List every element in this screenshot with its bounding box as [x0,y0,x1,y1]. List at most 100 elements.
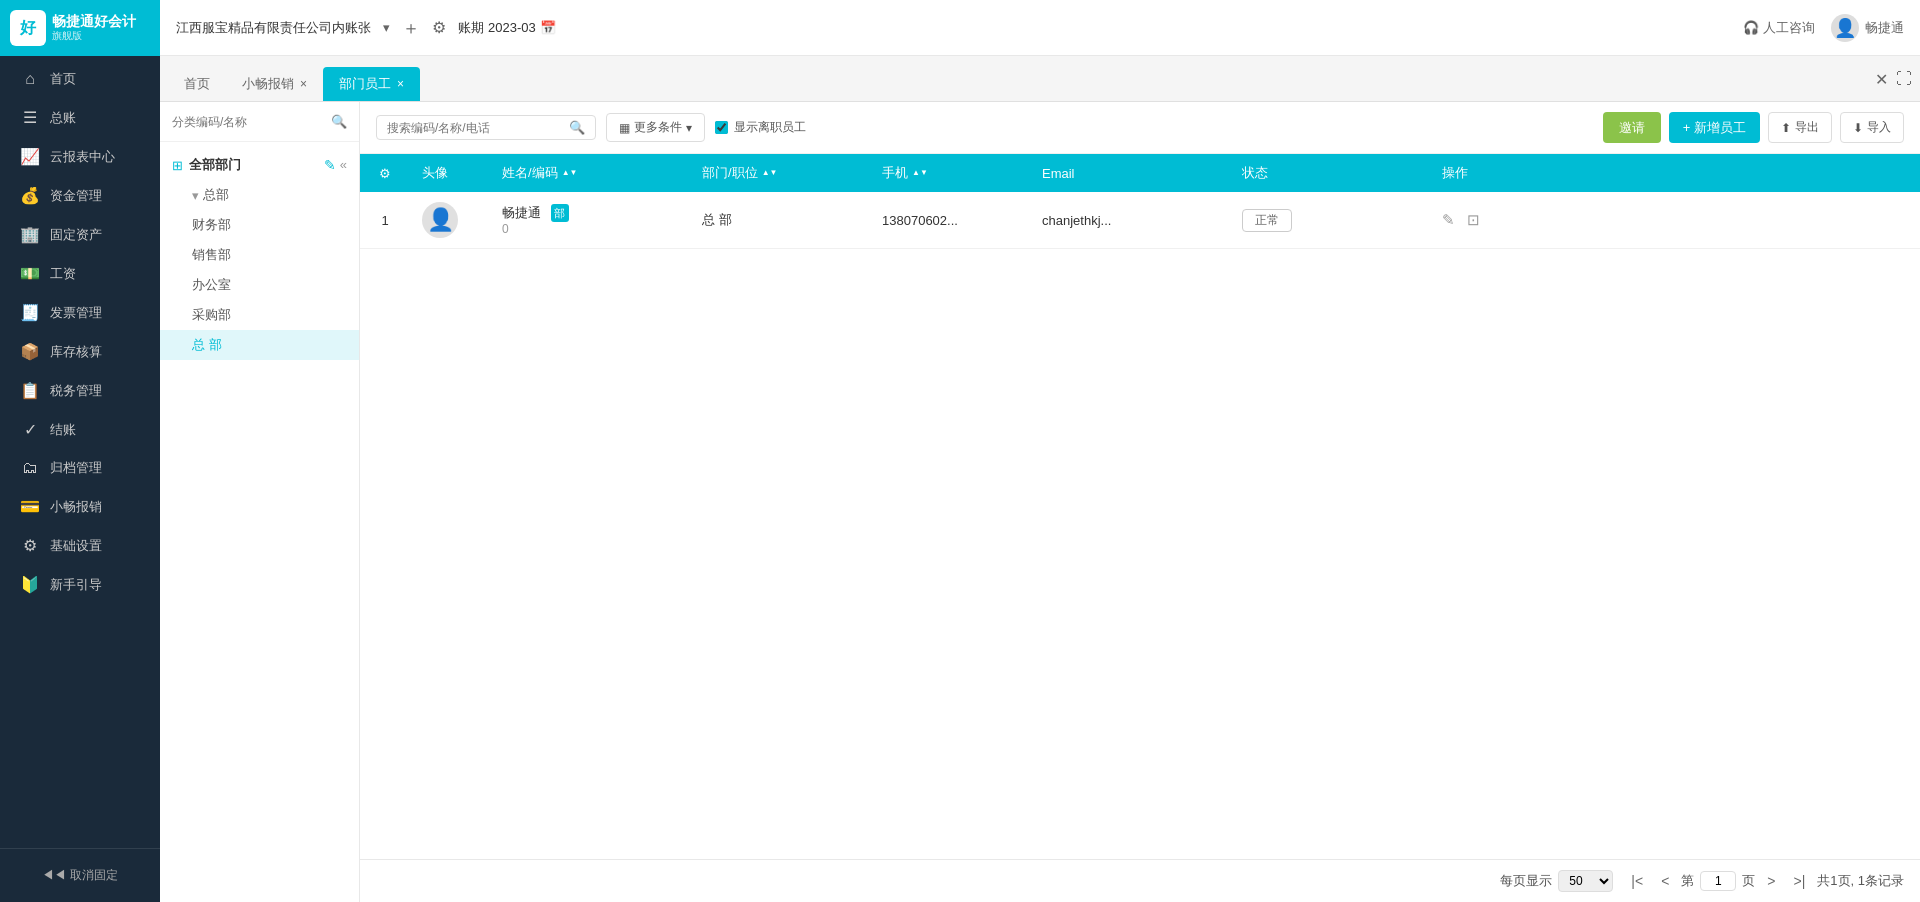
department-sidebar: 🔍 ⊞ 全部部门 ✎ « ▾ 总部 财务部 [160,102,360,902]
dept-search-icon[interactable]: 🔍 [331,114,347,129]
sidebar-item-home[interactable]: ⌂ 首页 [0,60,160,98]
employee-search-input[interactable] [387,121,563,135]
sidebar-item-tax[interactable]: 📋 税务管理 [0,371,160,410]
employee-search-box[interactable]: 🔍 [376,115,596,140]
sidebar-item-label: 首页 [50,70,76,88]
archive-icon: 🗂 [20,459,40,477]
edit-dept-icon[interactable]: ✎ [324,157,336,173]
sidebar-item-reports[interactable]: 📈 云报表中心 [0,137,160,176]
show-resigned-checkbox[interactable]: 显示离职员工 [715,119,806,136]
row-name-cell: 畅捷通 部 0 [490,192,690,249]
dept-search-input[interactable] [172,115,323,129]
sidebar-item-guide[interactable]: 🔰 新手引导 [0,565,160,604]
sidebar-item-closing[interactable]: ✓ 结账 [0,410,160,449]
dept-item-finance[interactable]: 财务部 [160,210,359,240]
row-dept: 总 部 [690,192,870,249]
logo-icon: 好 [10,10,46,46]
closing-icon: ✓ [20,420,40,439]
export-label: 导出 [1795,119,1819,136]
sidebar-logo: 好 畅捷通好会计 旗舰版 [0,0,160,56]
sidebar-footer: ◀◀ 取消固定 [0,848,160,902]
sidebar-item-fund[interactable]: 💰 资金管理 [0,176,160,215]
tabbar-controls: ✕ ⛶ [1875,69,1912,88]
per-page-select[interactable]: 50 10 20 100 [1558,870,1613,892]
total-info: 共1页, 1条记录 [1817,872,1904,890]
table-toolbar: 🔍 ▦ 更多条件 ▾ 显示离职员工 邀请 + 新增员工 ⬆ 导出 [360,102,1920,154]
page-suffix: 页 [1742,872,1755,890]
pin-button[interactable]: ◀◀ 取消固定 [0,859,160,892]
col-name[interactable]: 姓名/编码 ▲▼ [490,154,690,192]
invite-button[interactable]: 邀请 [1603,112,1661,143]
topbar-settings-icon[interactable]: ⚙ [432,18,446,37]
admin-badge: 部 [551,204,569,222]
tab-employee-close-icon[interactable]: × [397,77,404,91]
pin-label: ◀◀ 取消固定 [42,867,117,884]
sidebar-item-settings[interactable]: ⚙ 基础设置 [0,526,160,565]
dept-label: 总部 [203,186,229,204]
sidebar-item-ledger[interactable]: ☰ 总账 [0,98,160,137]
col-settings[interactable]: ⚙ [360,154,410,192]
inventory-icon: 📦 [20,342,40,361]
row-phone: 138070602... [870,192,1030,249]
first-page-button[interactable]: |< [1625,871,1649,891]
user-menu[interactable]: 👤 畅捷通 [1831,14,1904,42]
collapse-dept-icon[interactable]: « [340,157,347,173]
show-resigned-input[interactable] [715,121,728,134]
col-avatar: 头像 [410,154,490,192]
sidebar-item-expense[interactable]: 💳 小畅报销 [0,487,160,526]
sidebar-item-archive[interactable]: 🗂 归档管理 [0,449,160,487]
tab-home-label: 首页 [184,75,210,93]
prev-page-button[interactable]: < [1655,871,1675,891]
tab-employee[interactable]: 部门员工 × [323,67,420,101]
grid-icon: ⊞ [172,158,183,173]
company-name: 江西服宝精品有限责任公司内账张 [176,19,371,37]
dept-item-headquarters[interactable]: ▾ 总部 [160,180,359,210]
add-employee-button[interactable]: + 新增员工 [1669,112,1760,143]
logo-text-block: 畅捷通好会计 旗舰版 [52,13,136,44]
logout-icon[interactable]: ⊡ [1467,211,1480,229]
company-dropdown-icon[interactable]: ▾ [383,20,390,35]
expand-tab-button[interactable]: ⛶ [1896,69,1912,88]
filter-button[interactable]: ▦ 更多条件 ▾ [606,113,705,142]
export-button[interactable]: ⬆ 导出 [1768,112,1832,143]
page-input[interactable] [1700,871,1736,891]
tab-expense-label: 小畅报销 [242,75,294,93]
tab-employee-label: 部门员工 [339,75,391,93]
col-dept[interactable]: 部门/职位 ▲▼ [690,154,870,192]
sidebar-item-invoice[interactable]: 🧾 发票管理 [0,293,160,332]
tab-expense[interactable]: 小畅报销 × [226,67,323,101]
dept-label: 采购部 [192,306,231,324]
dept-item-purchase[interactable]: 采购部 [160,300,359,330]
dept-item-sales[interactable]: 销售部 [160,240,359,270]
home-icon: ⌂ [20,70,40,88]
sidebar-item-label: 归档管理 [50,459,102,477]
next-page-button[interactable]: > [1761,871,1781,891]
last-page-button[interactable]: >| [1788,871,1812,891]
sidebar-item-inventory[interactable]: 📦 库存核算 [0,332,160,371]
row-index: 1 [360,192,410,249]
user-name: 畅捷通 [1865,19,1904,37]
calendar-icon[interactable]: 📅 [540,20,556,35]
assets-icon: 🏢 [20,225,40,244]
close-tab-button[interactable]: ✕ [1875,69,1888,88]
dept-item-office[interactable]: 办公室 [160,270,359,300]
sidebar-item-salary[interactable]: 💵 工资 [0,254,160,293]
employee-avatar: 👤 [422,202,458,238]
export-icon: ⬆ [1781,121,1791,135]
settings-icon: ⚙ [20,536,40,555]
dept-item-general[interactable]: 总 部 [160,330,359,360]
expense-icon: 💳 [20,497,40,516]
tab-home[interactable]: 首页 [168,67,226,101]
all-departments[interactable]: ⊞ 全部部门 ✎ « [160,150,359,180]
table-row: 1 👤 畅捷通 部 0 [360,192,1920,249]
col-phone[interactable]: 手机 ▲▼ [870,154,1030,192]
import-button[interactable]: ⬇ 导入 [1840,112,1904,143]
edit-icon[interactable]: ✎ [1442,211,1455,229]
search-icon[interactable]: 🔍 [569,120,585,135]
tab-expense-close-icon[interactable]: × [300,77,307,91]
service-button[interactable]: 🎧 人工咨询 [1743,19,1815,37]
add-tab-button[interactable]: ＋ [402,16,420,40]
invoice-icon: 🧾 [20,303,40,322]
sidebar-item-assets[interactable]: 🏢 固定资产 [0,215,160,254]
table-header-row: ⚙ 头像 姓名/编码 ▲▼ 部门/职位 [360,154,1920,192]
